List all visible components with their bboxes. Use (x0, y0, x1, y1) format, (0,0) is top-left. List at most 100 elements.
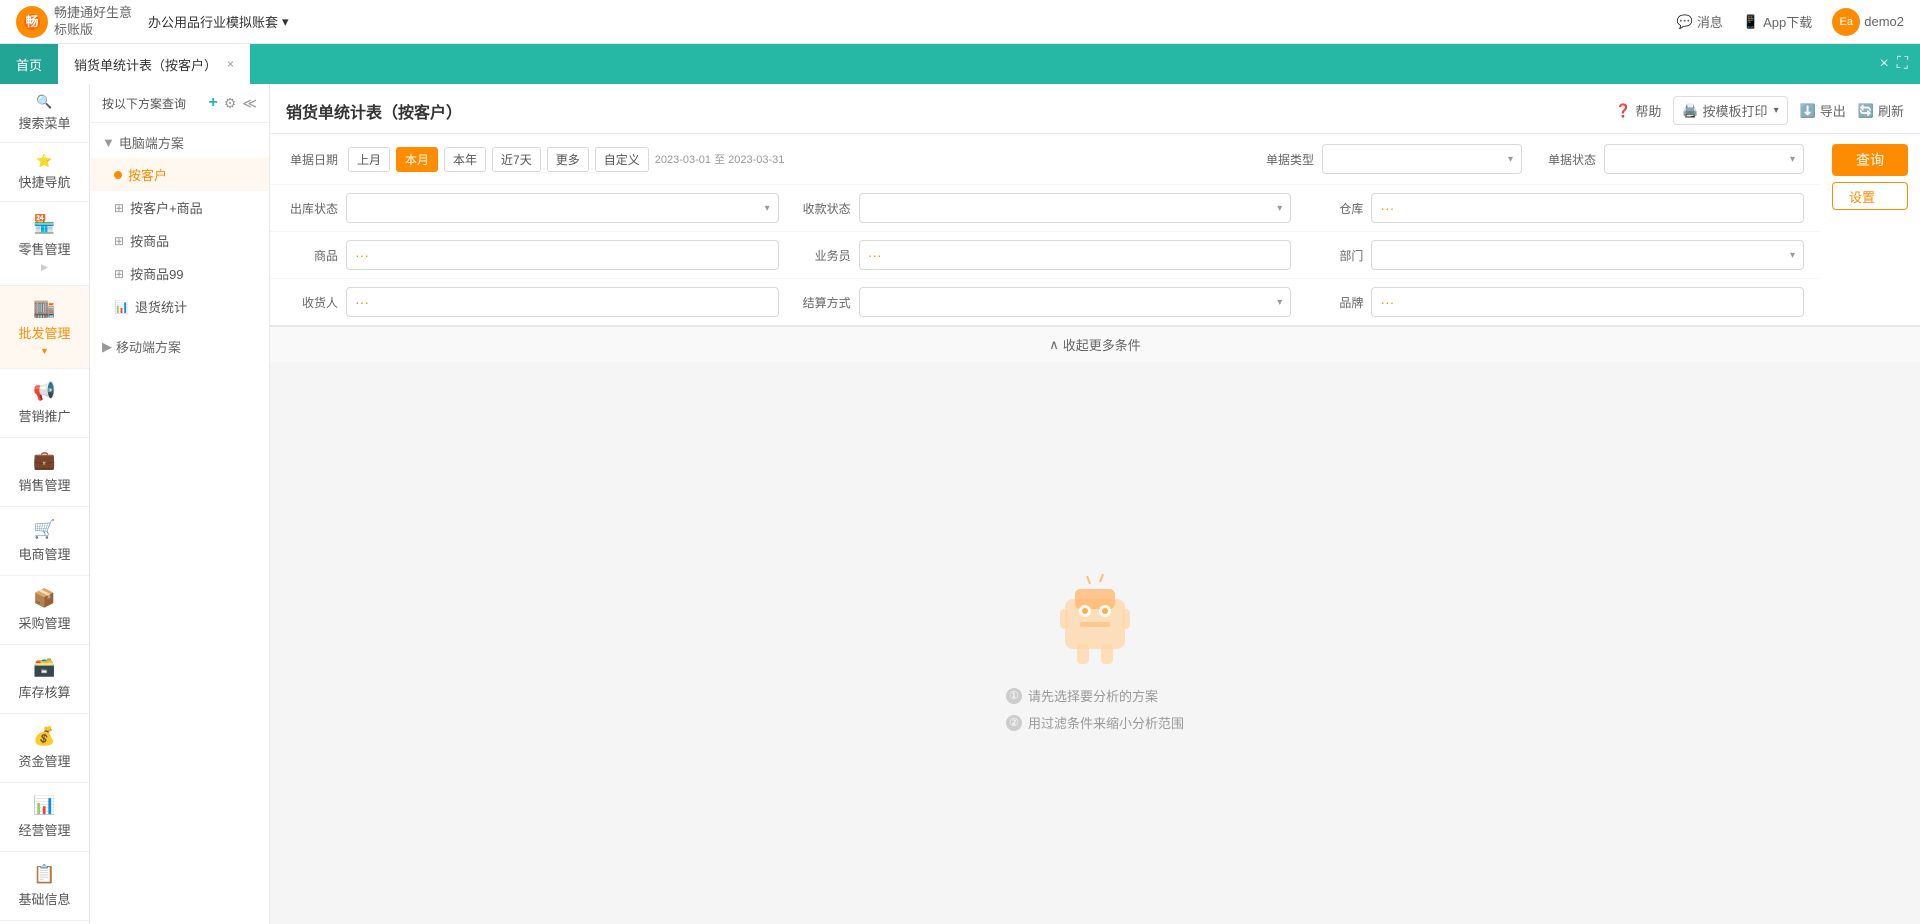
sidebar-item-sales[interactable]: 💼 销售管理 (0, 438, 89, 507)
last-month-btn[interactable]: 上月 (348, 147, 390, 172)
scheme-group-desktop-title[interactable]: ▼ 电脑端方案 (90, 127, 269, 158)
doc-type-section: 单据类型 ▾ (1266, 144, 1522, 174)
scheme-item-by-customer[interactable]: 按客户 (90, 158, 269, 191)
sidebar: 🔍 搜索菜单 ⭐ 快捷导航 🏪 零售管理 ▶ 🏬 批发管理 ▼ 📢 营销推广 💼… (0, 84, 90, 924)
salesperson-input[interactable]: ··· (859, 240, 1292, 270)
goods-label: 商品 (286, 247, 338, 264)
tab-active[interactable]: 销货单统计表（按客户） × (58, 44, 250, 84)
brand-label: 品牌 (1311, 294, 1363, 311)
message-button[interactable]: 💬 消息 (1677, 12, 1723, 31)
grid-icon-2: ⊞ (114, 234, 124, 248)
grid-icon-3: ⊞ (114, 267, 124, 281)
scheme-item-return-stats[interactable]: 📊 退货统计 (90, 290, 269, 323)
scheme-header: 按以下方案查询 + ⚙ ≪ (90, 84, 269, 123)
goods-dots: ··· (355, 247, 369, 263)
print-button[interactable]: 🖨️ 按模板打印 ▾ (1673, 96, 1787, 125)
sidebar-search[interactable]: 🔍 搜索菜单 (0, 84, 89, 143)
collapse-row[interactable]: ∧ 收起更多条件 (270, 326, 1920, 362)
basic-icon: 📋 (33, 864, 55, 885)
sidebar-item-ecom[interactable]: 🛒 电商管理 (0, 507, 89, 576)
out-status-label: 出库状态 (286, 200, 338, 217)
scheme-collapse-button[interactable]: ≪ (242, 95, 257, 112)
window-close-button[interactable]: × (1879, 55, 1888, 73)
receive-status-cell: 收款状态 ▾ (799, 193, 1292, 223)
refresh-icon: 🔄 (1858, 103, 1874, 119)
this-month-btn[interactable]: 本月 (396, 147, 438, 172)
settlement-label: 结算方式 (799, 294, 851, 311)
filter-section: 单据日期 上月 本月 本年 近7天 更多 自定义 2023-03-01 至 20… (270, 134, 1820, 325)
sidebar-item-finance[interactable]: 💰 资金管理 (0, 714, 89, 783)
more-btn[interactable]: 更多 (547, 147, 589, 172)
query-button[interactable]: 查询 (1832, 144, 1908, 176)
scheme-item-by-goods99[interactable]: ⊞ 按商品99 (90, 257, 269, 290)
refresh-button[interactable]: 🔄 刷新 (1858, 101, 1904, 120)
receiver-input[interactable]: ··· (346, 287, 779, 317)
warehouse-label: 仓库 (1311, 200, 1363, 217)
filter-row-date: 单据日期 上月 本月 本年 近7天 更多 自定义 2023-03-01 至 20… (270, 134, 1820, 185)
finance-icon: 💰 (33, 726, 55, 747)
sidebar-item-wholesale[interactable]: 🏬 批发管理 ▼ (0, 286, 89, 369)
export-button[interactable]: ⬇️ 导出 (1800, 101, 1846, 120)
sidebar-item-retail[interactable]: 🏪 零售管理 ▶ (0, 202, 89, 286)
chevron-down-print: ▾ (1774, 105, 1779, 116)
tab-home[interactable]: 首页 (0, 44, 58, 84)
app-download-button[interactable]: 📱 App下载 (1743, 12, 1812, 31)
logo-text: 畅捷通好生意 标账版 (54, 5, 132, 39)
dept-select[interactable]: ▾ (1371, 240, 1804, 270)
settings-button[interactable]: 设置 (1832, 182, 1908, 210)
sidebar-item-purchase[interactable]: 📦 采购管理 (0, 576, 89, 645)
help-button[interactable]: ❓ 帮助 (1615, 101, 1661, 120)
scheme-item-by-goods[interactable]: ⊞ 按商品 (90, 224, 269, 257)
arrow-right-icon: ▶ (102, 339, 112, 355)
message-icon: 💬 (1677, 14, 1693, 30)
page-title: 销货单统计表（按客户） (286, 99, 462, 123)
receiver-cell: 收货人 ··· (286, 287, 779, 317)
ecom-icon: 🛒 (33, 519, 55, 540)
scheme-group-mobile-title[interactable]: ▶ 移动端方案 (90, 331, 269, 362)
account-selector[interactable]: 办公用品行业模拟账套 ▾ (140, 8, 297, 35)
logo-area: 畅 畅捷通好生意 标账版 (16, 5, 132, 39)
receive-status-label: 收款状态 (799, 200, 851, 217)
settlement-select[interactable]: ▾ (859, 287, 1292, 317)
scheme-settings-button[interactable]: ⚙ (224, 95, 237, 112)
custom-btn[interactable]: 自定义 (595, 147, 649, 172)
empty-tips: ① 请先选择要分析的方案 ② 用过滤条件来缩小分析范围 (1006, 686, 1184, 732)
out-status-select[interactable]: ▾ (346, 193, 779, 223)
sidebar-item-basic[interactable]: 📋 基础信息 (0, 852, 89, 921)
header-right: 💬 消息 📱 App下载 Ea demo2 (1677, 8, 1904, 36)
sidebar-item-stock[interactable]: 🗃️ 库存核算 (0, 645, 89, 714)
collapse-button[interactable]: ∧ 收起更多条件 (1049, 335, 1141, 354)
doc-status-select[interactable]: ▾ (1604, 144, 1804, 174)
user-menu[interactable]: Ea demo2 (1832, 8, 1904, 36)
chevron-right-icon: ▶ (41, 262, 48, 273)
warehouse-input[interactable]: ··· (1371, 193, 1804, 223)
this-year-btn[interactable]: 本年 (444, 147, 486, 172)
sidebar-quicknav[interactable]: ⭐ 快捷导航 (0, 143, 89, 202)
help-icon: ❓ (1615, 103, 1631, 119)
last7-btn[interactable]: 近7天 (492, 147, 541, 172)
receiver-dots: ··· (355, 294, 369, 310)
scheme-item-by-customer-goods[interactable]: ⊞ 按客户+商品 (90, 191, 269, 224)
window-maximize-button[interactable]: ⛶ (1897, 55, 1908, 73)
sidebar-item-ops[interactable]: 📊 经营管理 (0, 783, 89, 852)
doc-type-select[interactable]: ▾ (1322, 144, 1522, 174)
doc-status-section: 单据状态 ▾ (1548, 144, 1804, 174)
doc-status-label: 单据状态 (1548, 151, 1596, 168)
filter-row-2: 出库状态 ▾ 收款状态 ▾ (270, 185, 1820, 232)
nav-icon: ⭐ (36, 153, 52, 169)
empty-illustration (1035, 554, 1155, 674)
tab-close-icon[interactable]: × (227, 58, 234, 70)
doc-type-label: 单据类型 (1266, 151, 1314, 168)
scheme-actions: + ⚙ ≪ (208, 94, 257, 112)
empty-tip-1: ① 请先选择要分析的方案 (1006, 686, 1184, 705)
sidebar-item-marketing[interactable]: 📢 营销推广 (0, 369, 89, 438)
top-header: 畅 畅捷通好生意 标账版 办公用品行业模拟账套 ▾ 💬 消息 📱 App下载 E… (0, 0, 1920, 44)
header-left: 畅 畅捷通好生意 标账版 办公用品行业模拟账套 ▾ (16, 5, 297, 39)
filter-row-3: 商品 ··· 业务员 ··· 部门 (270, 232, 1820, 279)
scheme-group-desktop: ▼ 电脑端方案 按客户 ⊞ 按客户+商品 ⊞ 按商品 ⊞ 按商品99 (90, 123, 269, 327)
receive-status-select[interactable]: ▾ (859, 193, 1292, 223)
brand-input[interactable]: ··· (1371, 287, 1804, 317)
goods-input[interactable]: ··· (346, 240, 779, 270)
marketing-icon: 📢 (33, 381, 55, 402)
scheme-add-button[interactable]: + (208, 94, 217, 112)
